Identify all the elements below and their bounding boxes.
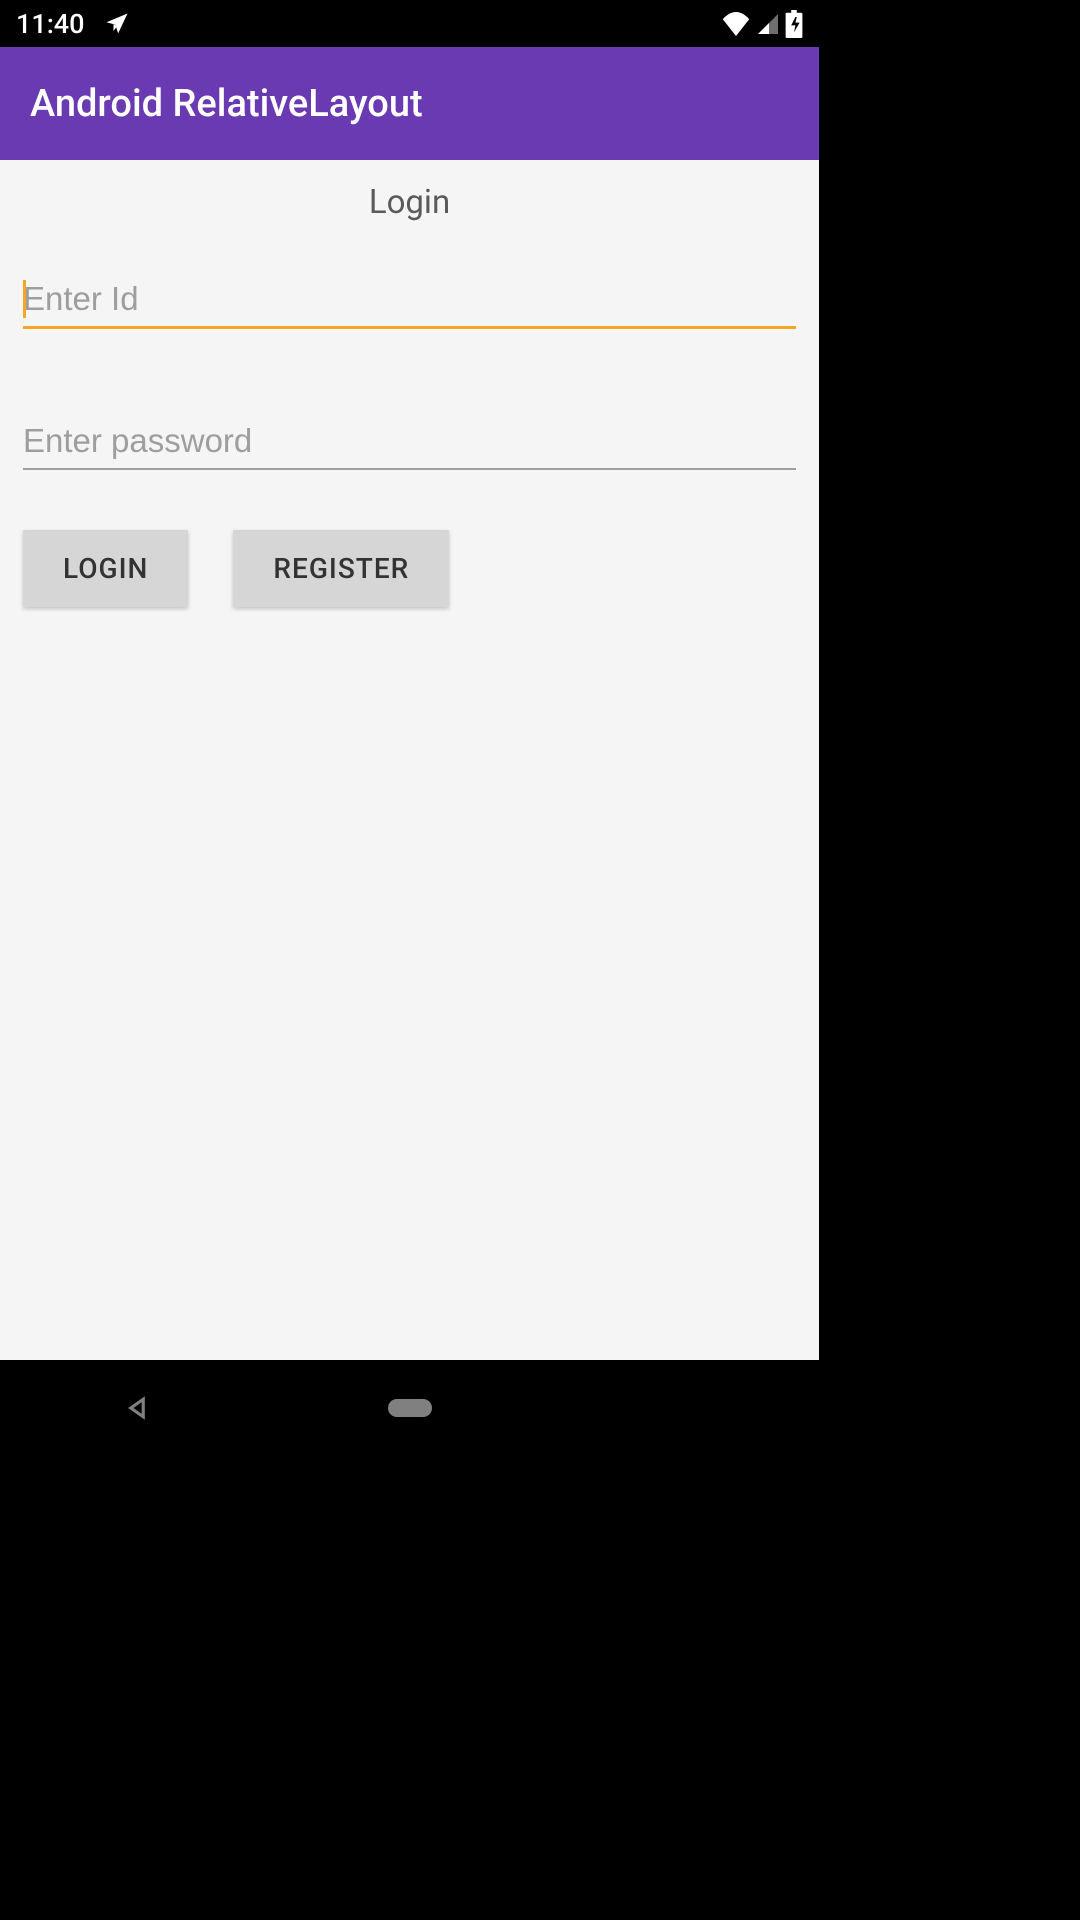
notification-icon (103, 10, 131, 38)
signal-icon (755, 12, 781, 36)
main-content: Login LOGIN REGISTER (0, 160, 819, 1360)
id-input-wrapper (23, 272, 796, 329)
login-button[interactable]: LOGIN (23, 530, 188, 607)
back-button[interactable] (107, 1378, 167, 1438)
status-left: 11:40 (16, 8, 131, 40)
status-right (721, 10, 803, 38)
app-title: Android RelativeLayout (30, 82, 423, 126)
home-button[interactable] (380, 1378, 440, 1438)
button-row: LOGIN REGISTER (23, 530, 796, 607)
status-bar: 11:40 (0, 0, 819, 47)
recents-button[interactable] (653, 1378, 713, 1438)
register-button[interactable]: REGISTER (233, 530, 449, 607)
wifi-icon (721, 12, 751, 36)
battery-icon (785, 10, 803, 38)
password-input-wrapper (23, 414, 796, 470)
password-input[interactable] (23, 414, 796, 470)
app-bar: Android RelativeLayout (0, 47, 819, 160)
text-cursor (23, 280, 26, 318)
login-header: Login (23, 160, 796, 222)
navigation-bar (0, 1360, 819, 1456)
id-input[interactable] (23, 272, 796, 329)
status-time: 11:40 (16, 8, 85, 40)
